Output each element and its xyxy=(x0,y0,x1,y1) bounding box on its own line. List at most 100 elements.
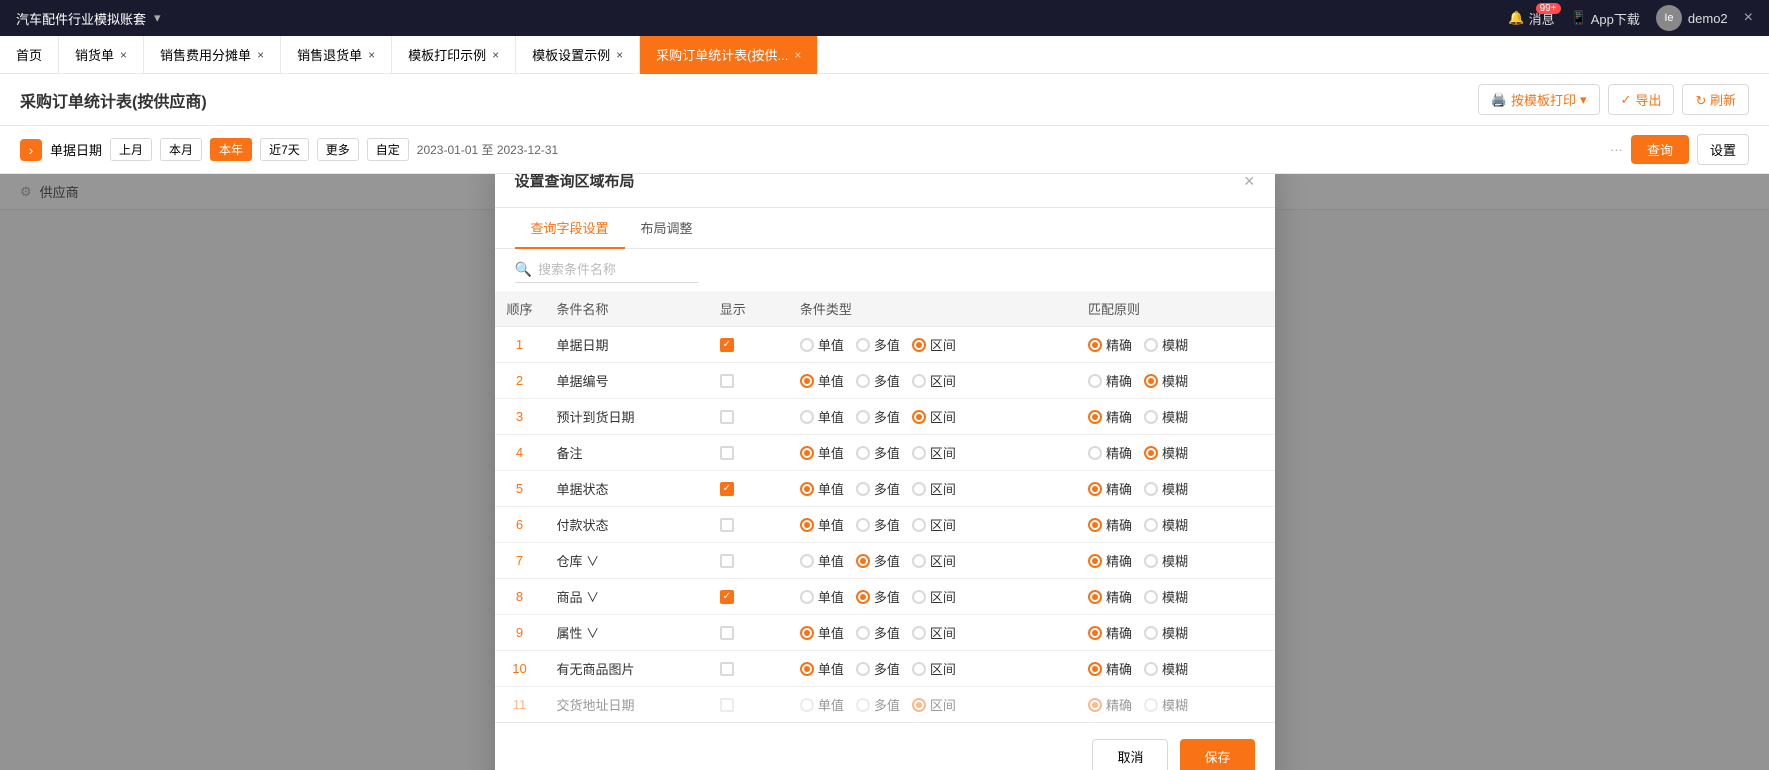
type-radio-6-区间[interactable]: 区间 xyxy=(912,551,956,570)
tab-settings-demo[interactable]: 模板设置示例 × xyxy=(516,36,640,74)
checkbox-2[interactable] xyxy=(720,410,734,424)
match-radio-2-精确[interactable]: 精确 xyxy=(1088,407,1132,426)
checkbox-5[interactable] xyxy=(720,518,734,532)
type-radio-10-单值[interactable]: 单值 xyxy=(800,695,844,714)
type-radio-0-单值[interactable]: 单值 xyxy=(800,335,844,354)
type-radio-0-多值[interactable]: 多值 xyxy=(856,335,900,354)
type-radio-4-多值[interactable]: 多值 xyxy=(856,479,900,498)
match-radio-5-模糊[interactable]: 模糊 xyxy=(1144,515,1188,534)
row-checkbox-3[interactable] xyxy=(708,435,788,471)
checkbox-10[interactable] xyxy=(720,698,734,712)
search-input[interactable] xyxy=(538,262,698,277)
row-checkbox-1[interactable] xyxy=(708,363,788,399)
print-button[interactable]: 🖨️ 按模板打印 ▾ xyxy=(1478,84,1600,115)
tab-sales-return-close[interactable]: × xyxy=(368,48,375,62)
type-radio-10-多值[interactable]: 多值 xyxy=(856,695,900,714)
match-radio-8-精确[interactable]: 精确 xyxy=(1088,623,1132,642)
topbar-close-button[interactable]: × xyxy=(1744,9,1753,27)
row-type-9[interactable]: 单值多值区间 xyxy=(788,651,1076,687)
row-match-4[interactable]: 精确模糊 xyxy=(1076,471,1275,507)
match-radio-3-模糊[interactable]: 模糊 xyxy=(1144,443,1188,462)
row-type-0[interactable]: 单值多值区间 xyxy=(788,327,1076,363)
row-match-6[interactable]: 精确模糊 xyxy=(1076,543,1275,579)
type-radio-5-单值[interactable]: 单值 xyxy=(800,515,844,534)
type-radio-1-区间[interactable]: 区间 xyxy=(912,371,956,390)
match-radio-9-模糊[interactable]: 模糊 xyxy=(1144,659,1188,678)
modal-close-button[interactable]: × xyxy=(1244,174,1255,190)
tab-purchase-stats[interactable]: 采购订单统计表(按供... × xyxy=(640,36,818,74)
row-checkbox-4[interactable]: ✓ xyxy=(708,471,788,507)
save-button[interactable]: 保存 xyxy=(1180,739,1254,770)
row-match-10[interactable]: 精确模糊 xyxy=(1076,687,1275,723)
checkbox-1[interactable] xyxy=(720,374,734,388)
match-radio-4-精确[interactable]: 精确 xyxy=(1088,479,1132,498)
type-radio-3-区间[interactable]: 区间 xyxy=(912,443,956,462)
match-radio-2-模糊[interactable]: 模糊 xyxy=(1144,407,1188,426)
row-type-1[interactable]: 单值多值区间 xyxy=(788,363,1076,399)
query-button[interactable]: 查询 xyxy=(1631,135,1689,164)
type-radio-8-区间[interactable]: 区间 xyxy=(912,623,956,642)
filter-more-icon[interactable]: ··· xyxy=(1610,142,1623,157)
type-radio-4-区间[interactable]: 区间 xyxy=(912,479,956,498)
row-match-5[interactable]: 精确模糊 xyxy=(1076,507,1275,543)
row-checkbox-5[interactable] xyxy=(708,507,788,543)
checkbox-8[interactable] xyxy=(720,626,734,640)
match-radio-1-模糊[interactable]: 模糊 xyxy=(1144,371,1188,390)
row-match-1[interactable]: 精确模糊 xyxy=(1076,363,1275,399)
type-radio-1-多值[interactable]: 多值 xyxy=(856,371,900,390)
cancel-button[interactable]: 取消 xyxy=(1092,739,1168,770)
type-radio-3-单值[interactable]: 单值 xyxy=(800,443,844,462)
row-type-3[interactable]: 单值多值区间 xyxy=(788,435,1076,471)
user-area[interactable]: Ie demo2 xyxy=(1656,5,1728,31)
type-radio-3-多值[interactable]: 多值 xyxy=(856,443,900,462)
row-type-2[interactable]: 单值多值区间 xyxy=(788,399,1076,435)
export-button[interactable]: ✓ 导出 xyxy=(1608,84,1675,115)
match-radio-10-精确[interactable]: 精确 xyxy=(1088,695,1132,714)
row-checkbox-9[interactable] xyxy=(708,651,788,687)
row-type-6[interactable]: 单值多值区间 xyxy=(788,543,1076,579)
checkbox-9[interactable] xyxy=(720,662,734,676)
type-radio-9-单值[interactable]: 单值 xyxy=(800,659,844,678)
match-radio-8-模糊[interactable]: 模糊 xyxy=(1144,623,1188,642)
type-radio-6-单值[interactable]: 单值 xyxy=(800,551,844,570)
row-type-7[interactable]: 单值多值区间 xyxy=(788,579,1076,615)
row-type-10[interactable]: 单值多值区间 xyxy=(788,687,1076,723)
type-radio-9-多值[interactable]: 多值 xyxy=(856,659,900,678)
type-radio-5-区间[interactable]: 区间 xyxy=(912,515,956,534)
row-type-5[interactable]: 单值多值区间 xyxy=(788,507,1076,543)
tab-sales-order[interactable]: 销货单 × xyxy=(59,36,144,74)
refresh-button[interactable]: ↻ 刷新 xyxy=(1682,84,1749,115)
match-radio-7-模糊[interactable]: 模糊 xyxy=(1144,587,1188,606)
row-type-4[interactable]: 单值多值区间 xyxy=(788,471,1076,507)
checkbox-6[interactable] xyxy=(720,554,734,568)
type-radio-6-多值[interactable]: 多值 xyxy=(856,551,900,570)
modal-tab-query-fields[interactable]: 查询字段设置 xyxy=(515,208,625,249)
tab-sales-order-close[interactable]: × xyxy=(120,48,127,62)
checkbox-3[interactable] xyxy=(720,446,734,460)
type-radio-2-多值[interactable]: 多值 xyxy=(856,407,900,426)
row-checkbox-6[interactable] xyxy=(708,543,788,579)
tab-sales-return[interactable]: 销售退货单 × xyxy=(281,36,392,74)
match-radio-0-模糊[interactable]: 模糊 xyxy=(1144,335,1188,354)
tab-print-demo-close[interactable]: × xyxy=(492,48,499,62)
type-radio-7-多值[interactable]: 多值 xyxy=(856,587,900,606)
match-radio-5-精确[interactable]: 精确 xyxy=(1088,515,1132,534)
type-radio-8-单值[interactable]: 单值 xyxy=(800,623,844,642)
type-radio-7-单值[interactable]: 单值 xyxy=(800,587,844,606)
tab-sales-expense-close[interactable]: × xyxy=(257,48,264,62)
tab-settings-demo-close[interactable]: × xyxy=(616,48,623,62)
row-match-9[interactable]: 精确模糊 xyxy=(1076,651,1275,687)
row-checkbox-0[interactable]: ✓ xyxy=(708,327,788,363)
match-radio-9-精确[interactable]: 精确 xyxy=(1088,659,1132,678)
match-radio-3-精确[interactable]: 精确 xyxy=(1088,443,1132,462)
type-radio-2-单值[interactable]: 单值 xyxy=(800,407,844,426)
type-radio-7-区间[interactable]: 区间 xyxy=(912,587,956,606)
modal-tab-layout-adjust[interactable]: 布局调整 xyxy=(625,208,709,249)
checkbox-4[interactable]: ✓ xyxy=(720,482,734,496)
date-btn-last-month[interactable]: 上月 xyxy=(110,138,152,161)
checkbox-0[interactable]: ✓ xyxy=(720,338,734,352)
row-type-8[interactable]: 单值多值区间 xyxy=(788,615,1076,651)
date-btn-7days[interactable]: 近7天 xyxy=(260,138,309,161)
type-radio-10-区间[interactable]: 区间 xyxy=(912,695,956,714)
row-match-8[interactable]: 精确模糊 xyxy=(1076,615,1275,651)
